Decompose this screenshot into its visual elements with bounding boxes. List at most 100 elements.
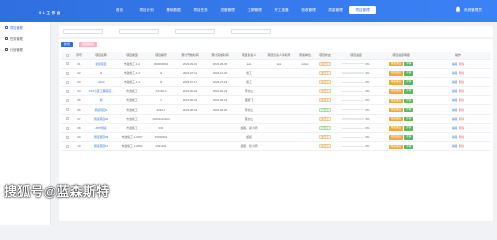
project-name-link[interactable]: t1123 <box>85 77 117 88</box>
table-row[interactable]: 01 新建项目 市政施工-1-2 000000004 2023-09-01 2023-09… <box>61 59 491 69</box>
nav-item[interactable]: 项目任务 <box>187 6 214 14</box>
column-header: 项目负责人 <box>235 52 263 60</box>
bell-icon[interactable] <box>455 6 461 13</box>
edit-link[interactable]: 编辑 <box>452 99 457 102</box>
filter-input-owner[interactable] <box>175 29 215 34</box>
fill-progress-button[interactable]: 填报进度 <box>388 116 404 122</box>
row-checkbox[interactable] <box>65 145 69 149</box>
project-name-link[interactable]: XXX小区工程项目... <box>85 86 117 97</box>
nav-item[interactable]: 基础数据 <box>160 6 187 14</box>
fill-progress-button[interactable]: 填报进度 <box>388 107 404 113</box>
edit-link[interactable]: 编辑 <box>452 127 457 130</box>
edit-link[interactable]: 编辑 <box>452 63 457 66</box>
detail-button[interactable]: 详情 <box>404 98 414 104</box>
batch-delete-button[interactable]: 批量删除 <box>79 42 98 47</box>
table-row[interactable]: 02 t1 市政施工-1-2 t1 2023-07-11 2023-12-20 施工 未开工 0… <box>61 68 491 78</box>
detail-button[interactable]: 详情 <box>404 144 414 150</box>
table-row[interactable]: 03 t1123 市政施工-1-2 t2 2023-07-17 2023-07-19 施工 未… <box>61 77 491 88</box>
actions-cell: 编辑删除 <box>425 68 491 78</box>
detail-button[interactable]: 详情 <box>404 107 414 113</box>
detail-button[interactable]: 详情 <box>404 61 414 67</box>
nav-item[interactable]: 项目计划 <box>133 6 160 14</box>
project-table: 序号 项目名称 项目类型 项目编号 预计开始时间 预计完成时间 项目负责人 项目负责人手机号所… <box>61 52 491 152</box>
sidebar-item[interactable]: 项目管理 <box>0 22 50 33</box>
nav-item[interactable]: 首页 <box>106 6 133 14</box>
status-cell: 未开工 <box>315 132 335 143</box>
user-name[interactable]: 系统管理员 <box>464 6 482 14</box>
table-row[interactable]: 05 测市政施工 1 2023-06-01 2023-06-21 董鹏飞 未开工 0% 填报进度… <box>61 95 491 106</box>
table-row[interactable]: 06 测试项目1 市政施工 2023-7 2023-06-01 2023-06-30 李文山… <box>61 104 491 115</box>
delete-link[interactable]: 删除 <box>459 109 464 112</box>
edit-link[interactable]: 编辑 <box>452 118 457 121</box>
fill-progress-button[interactable]: 填报进度 <box>388 71 404 76</box>
row-checkbox[interactable] <box>65 89 69 93</box>
detail-button[interactable]: 详情 <box>404 89 414 94</box>
row-checkbox[interactable] <box>65 80 69 84</box>
fill-progress-button[interactable]: 填报进度 <box>388 61 404 67</box>
nav-item[interactable]: 项目管理 <box>349 6 376 14</box>
fill-progress-button[interactable]: 填报进度 <box>388 144 404 150</box>
row-checkbox[interactable] <box>65 135 69 139</box>
project-name-link[interactable]: 测试项目10 <box>85 141 117 152</box>
fill-progress-button[interactable]: 填报进度 <box>388 98 404 104</box>
row-checkbox[interactable] <box>65 126 69 130</box>
delete-link[interactable]: 删除 <box>459 145 464 148</box>
delete-link[interactable]: 删除 <box>459 72 464 75</box>
edit-link[interactable]: 编辑 <box>452 81 457 84</box>
nav-item[interactable]: 工期管理 <box>241 6 268 14</box>
delete-link[interactable]: 删除 <box>459 81 464 84</box>
project-name-link[interactable]: 测 <box>85 95 117 106</box>
select-all-checkbox[interactable] <box>65 53 69 57</box>
nav-item[interactable]: 质量管理 <box>322 6 349 14</box>
table-row[interactable]: 08 APP测试 市政施工 001 超级、郑小明 已开工 0% 填报进度 详情 编辑删除 <box>61 123 491 134</box>
table-row[interactable]: 09 测试项目09 市政施工-1-2007 20230301 超级 未开工 0% 填报进度 详情… <box>61 132 491 143</box>
project-name-link[interactable]: t1 <box>85 68 117 78</box>
edit-link[interactable]: 编辑 <box>452 109 457 112</box>
row-checkbox[interactable] <box>65 99 69 103</box>
detail-button[interactable]: 详情 <box>404 71 414 76</box>
project-name-link[interactable]: 新建项目 <box>85 59 117 69</box>
edit-link[interactable]: 编辑 <box>452 145 457 148</box>
filter-input-name[interactable] <box>63 29 103 34</box>
filter-input-code[interactable] <box>119 29 159 34</box>
sidebar-item-label: 项目管理 <box>10 26 23 30</box>
fill-progress-button[interactable]: 填报进度 <box>388 89 404 94</box>
row-checkbox[interactable] <box>65 117 69 121</box>
status-badge: 未开工 <box>318 79 332 84</box>
sidebar-item[interactable]: 任务管理 <box>0 33 50 44</box>
nav-item[interactable]: 进度管理 <box>214 6 241 14</box>
status-cell: 未开工 <box>315 77 335 88</box>
project-name-link[interactable]: 测试项目1 <box>85 104 117 115</box>
edit-link[interactable]: 编辑 <box>452 136 457 139</box>
delete-link[interactable]: 删除 <box>459 90 464 93</box>
delete-link[interactable]: 删除 <box>459 136 464 139</box>
edit-link[interactable]: 编辑 <box>452 90 457 93</box>
delete-link[interactable]: 删除 <box>459 127 464 130</box>
fill-progress-button[interactable]: 填报进度 <box>388 80 404 85</box>
project-table-panel: 新增 批量删除 序号 项目名称 项目类型 项目编号 预计开始时间 预计完成时间 项目负责人项… <box>59 39 493 221</box>
fill-progress-button[interactable]: 填报进度 <box>388 126 404 131</box>
nav-item[interactable]: 验收管理 <box>295 6 322 14</box>
detail-button[interactable]: 详情 <box>404 80 414 85</box>
project-name-link[interactable]: APP测试 <box>85 123 117 134</box>
sidebar-item[interactable]: 计划管理 <box>0 44 50 55</box>
fill-progress-button[interactable]: 填报进度 <box>388 135 404 140</box>
table-row[interactable]: 10 测试项目10 市政施工-1-2062 2321321 超级、张小明 未开工 0% 填报进… <box>61 141 491 152</box>
add-button[interactable]: 新增 <box>61 42 74 47</box>
nav-item[interactable]: 开工准备 <box>268 6 295 14</box>
detail-button[interactable]: 详情 <box>404 126 414 131</box>
project-name-link[interactable]: 测试项目09 <box>85 132 117 143</box>
row-checkbox[interactable] <box>65 108 69 112</box>
delete-link[interactable]: 删除 <box>459 99 464 102</box>
delete-link[interactable]: 删除 <box>459 63 464 66</box>
row-checkbox[interactable] <box>65 71 69 75</box>
filter-input-status[interactable] <box>231 29 271 34</box>
detail-button[interactable]: 详情 <box>404 116 414 122</box>
table-row[interactable]: 04 XXX小区工程项目... 市政施工 XX202-3 2023-06-20 2023-… <box>61 86 491 97</box>
row-checkbox[interactable] <box>65 62 69 66</box>
table-row[interactable]: 07 测试项目20 市政施工 20231212224 董文山 未开工 0% 填报进度 详情 编辑删… <box>61 114 491 124</box>
detail-button[interactable]: 详情 <box>404 135 414 140</box>
project-name-link[interactable]: 测试项目20 <box>85 114 117 124</box>
delete-link[interactable]: 删除 <box>459 118 464 121</box>
edit-link[interactable]: 编辑 <box>452 72 457 75</box>
